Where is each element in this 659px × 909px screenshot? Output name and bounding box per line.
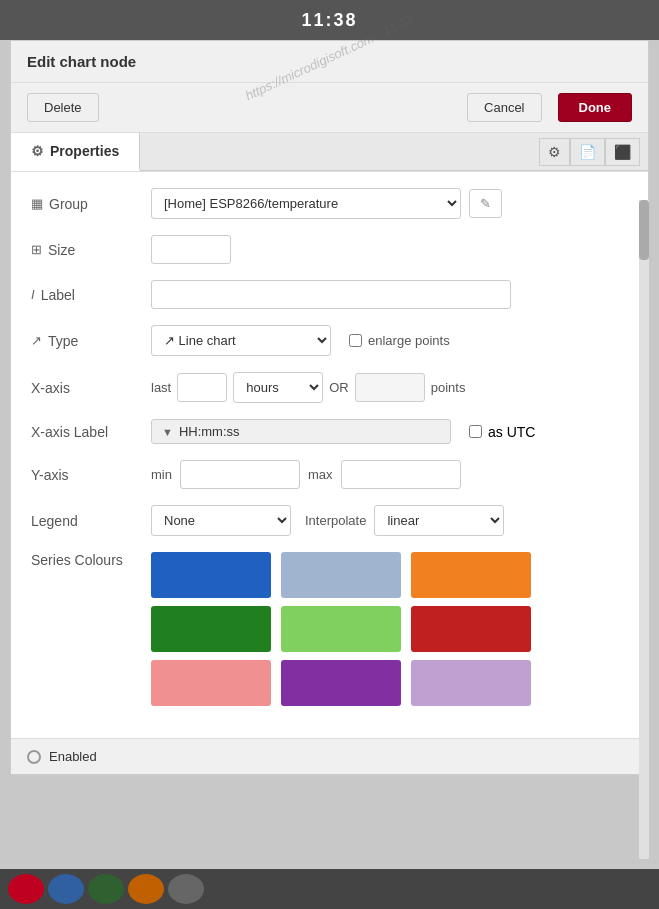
label-icon: I bbox=[31, 287, 35, 302]
colour-swatch-1[interactable] bbox=[151, 552, 271, 598]
colour-swatch-3[interactable] bbox=[411, 552, 531, 598]
colour-row-3 bbox=[151, 660, 531, 706]
dialog-title: Edit chart node bbox=[11, 41, 648, 83]
gear-icon: ⚙ bbox=[31, 143, 44, 159]
colour-swatch-8[interactable] bbox=[281, 660, 401, 706]
delete-button[interactable]: Delete bbox=[27, 93, 99, 122]
xaxis-label-dropdown[interactable]: ▼ HH:mm:ss bbox=[151, 419, 451, 444]
size-input[interactable]: auto bbox=[151, 235, 231, 264]
tab-properties-label: Properties bbox=[50, 143, 119, 159]
group-label: ▦ Group bbox=[31, 196, 141, 212]
done-button[interactable]: Done bbox=[558, 93, 633, 122]
bottom-bar: Enabled bbox=[11, 738, 648, 774]
dropdown-arrow-icon: ▼ bbox=[162, 426, 173, 438]
xaxis-points-input[interactable]: 1000 bbox=[355, 373, 425, 402]
type-select[interactable]: ↗ Line chart Bar chart Step chart bbox=[151, 325, 331, 356]
size-label: ⊞ Size bbox=[31, 242, 141, 258]
legend-control: None Show Hide Interpolate linear step b… bbox=[151, 505, 628, 536]
top-bar: 11:38 bbox=[0, 0, 659, 40]
group-icon: ▦ bbox=[31, 196, 43, 211]
type-icon: ↗ bbox=[31, 333, 42, 348]
colour-row-2 bbox=[151, 606, 531, 652]
as-utc-checkbox[interactable] bbox=[469, 425, 482, 438]
taskbar bbox=[0, 869, 659, 909]
edit-chart-dialog: Edit chart node Delete Cancel Done ⚙ Pro… bbox=[10, 40, 649, 775]
size-control: auto bbox=[151, 235, 628, 264]
scrollbar-thumb[interactable] bbox=[639, 200, 649, 260]
tab-action-settings[interactable]: ⚙ bbox=[539, 138, 570, 166]
right-buttons: Cancel Done bbox=[467, 93, 632, 122]
group-select[interactable]: [Home] ESP8266/temperature bbox=[151, 188, 461, 219]
enabled-radio[interactable] bbox=[27, 750, 41, 764]
interpolate-select[interactable]: linear step bezier none bbox=[374, 505, 504, 536]
series-colours-grid bbox=[151, 552, 531, 706]
colour-swatch-6[interactable] bbox=[411, 606, 531, 652]
yaxis-label: Y-axis bbox=[31, 467, 141, 483]
size-icon: ⊞ bbox=[31, 242, 42, 257]
clock: 11:38 bbox=[301, 10, 357, 31]
xaxis-control: last 1 hours minutes seconds days OR 100… bbox=[151, 372, 628, 403]
enlarge-points-checkbox[interactable] bbox=[349, 334, 362, 347]
xaxis-label-row: X-axis Label ▼ HH:mm:ss as UTC bbox=[31, 419, 628, 444]
label-row: I Label temp bbox=[31, 280, 628, 309]
xaxis-label-field-label: X-axis Label bbox=[31, 424, 141, 440]
xaxis-num-input[interactable]: 1 bbox=[177, 373, 227, 402]
as-utc-label: as UTC bbox=[469, 424, 535, 440]
yaxis-control: min max bbox=[151, 460, 628, 489]
label-label: I Label bbox=[31, 287, 141, 303]
type-control: ↗ Line chart Bar chart Step chart enlarg… bbox=[151, 325, 628, 356]
taskbar-btn-1[interactable] bbox=[8, 874, 44, 904]
tab-action-layout[interactable]: ⬛ bbox=[605, 138, 640, 166]
group-edit-button[interactable]: ✎ bbox=[469, 189, 502, 218]
yaxis-min-input[interactable] bbox=[180, 460, 300, 489]
xaxis-unit-select[interactable]: hours minutes seconds days bbox=[233, 372, 323, 403]
cancel-button[interactable]: Cancel bbox=[467, 93, 541, 122]
enlarge-points-label: enlarge points bbox=[349, 333, 450, 348]
xaxis-label-control: ▼ HH:mm:ss as UTC bbox=[151, 419, 628, 444]
tab-action-doc[interactable]: 📄 bbox=[570, 138, 605, 166]
tabs-bar: ⚙ Properties ⚙ 📄 ⬛ bbox=[11, 133, 648, 171]
yaxis-row: Y-axis min max bbox=[31, 460, 628, 489]
xaxis-row: X-axis last 1 hours minutes seconds days… bbox=[31, 372, 628, 403]
taskbar-btn-5[interactable] bbox=[168, 874, 204, 904]
colour-swatch-5[interactable] bbox=[281, 606, 401, 652]
group-control: [Home] ESP8266/temperature ✎ bbox=[151, 188, 628, 219]
series-colours-label: Series Colours bbox=[31, 552, 141, 568]
colour-swatch-2[interactable] bbox=[281, 552, 401, 598]
label-control: temp bbox=[151, 280, 628, 309]
taskbar-btn-4[interactable] bbox=[128, 874, 164, 904]
tab-actions: ⚙ 📄 ⬛ bbox=[539, 138, 648, 166]
type-label: ↗ Type bbox=[31, 333, 141, 349]
dialog-toolbar: Delete Cancel Done bbox=[11, 83, 648, 133]
colour-swatch-7[interactable] bbox=[151, 660, 271, 706]
size-row: ⊞ Size auto bbox=[31, 235, 628, 264]
series-colours-row: Series Colours bbox=[31, 552, 628, 706]
group-row: ▦ Group [Home] ESP8266/temperature ✎ bbox=[31, 188, 628, 219]
tab-properties[interactable]: ⚙ Properties bbox=[11, 133, 140, 171]
colour-swatch-9[interactable] bbox=[411, 660, 531, 706]
legend-label: Legend bbox=[31, 513, 141, 529]
legend-select[interactable]: None Show Hide bbox=[151, 505, 291, 536]
xaxis-label: X-axis bbox=[31, 380, 141, 396]
taskbar-btn-2[interactable] bbox=[48, 874, 84, 904]
type-row: ↗ Type ↗ Line chart Bar chart Step chart… bbox=[31, 325, 628, 356]
label-input[interactable]: temp bbox=[151, 280, 511, 309]
xaxis-label-value: HH:mm:ss bbox=[179, 424, 240, 439]
colour-row-1 bbox=[151, 552, 531, 598]
colour-swatch-4[interactable] bbox=[151, 606, 271, 652]
yaxis-max-input[interactable] bbox=[341, 460, 461, 489]
legend-row: Legend None Show Hide Interpolate linear… bbox=[31, 505, 628, 536]
taskbar-btn-3[interactable] bbox=[88, 874, 124, 904]
enabled-label: Enabled bbox=[49, 749, 97, 764]
form-content: ▦ Group [Home] ESP8266/temperature ✎ ⊞ S… bbox=[11, 171, 648, 738]
scrollbar-track[interactable] bbox=[639, 200, 649, 859]
